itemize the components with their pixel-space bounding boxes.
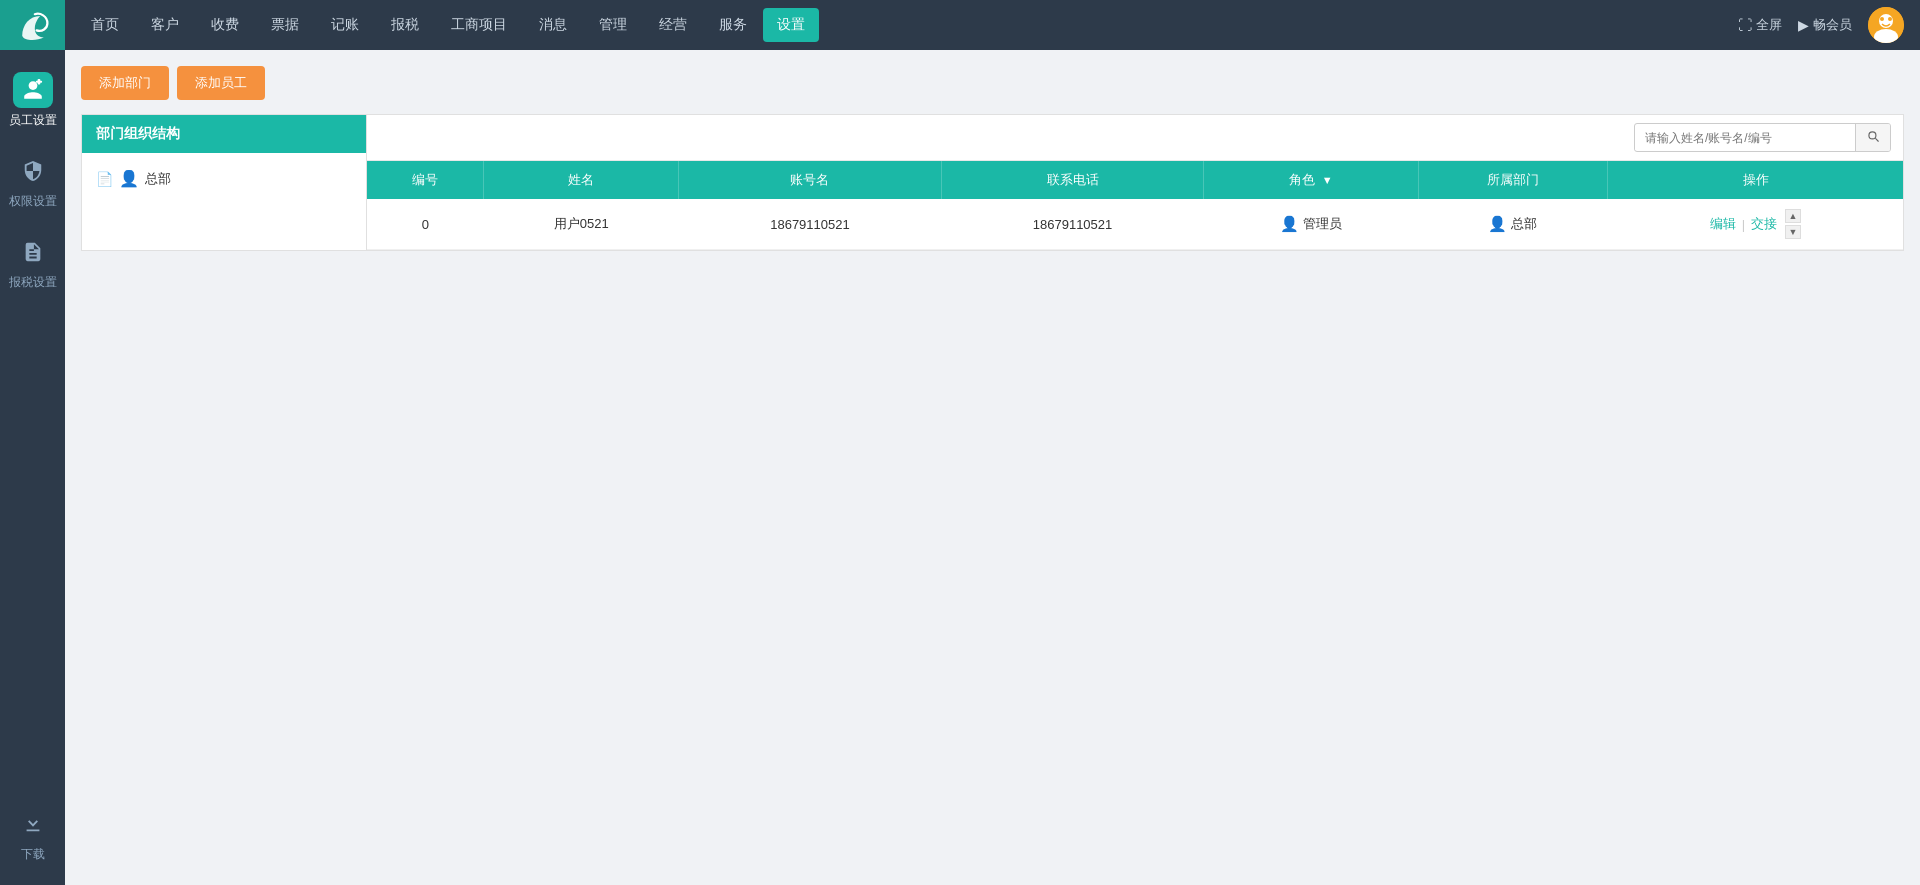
main-content: 添加部门 添加员工 部门组织结构 📄 👤 总部	[65, 50, 1920, 885]
search-wrap	[1634, 123, 1891, 152]
role-user-icon: 👤	[1280, 215, 1299, 233]
download-icon-wrap	[13, 806, 53, 842]
edit-button[interactable]: 编辑	[1710, 215, 1736, 233]
cell-account: 18679110521	[679, 199, 942, 250]
employee-icon-wrap	[13, 72, 53, 108]
nav-service[interactable]: 服务	[703, 0, 763, 50]
nav-tax[interactable]: 报税	[375, 0, 435, 50]
tree-header-label: 部门组织结构	[96, 125, 180, 141]
col-ops: 操作	[1608, 161, 1903, 199]
col-dept: 所属部门	[1418, 161, 1608, 199]
nav-message[interactable]: 消息	[523, 0, 583, 50]
vip-button[interactable]: ▶ 畅会员	[1798, 16, 1852, 34]
taxsettings-icon	[22, 241, 44, 263]
employee-table: 编号 姓名 账号名 联系电话 角色 ▼ 所属部门 操作 0	[367, 161, 1903, 250]
col-phone: 联系电话	[941, 161, 1204, 199]
nav-operate[interactable]: 经营	[643, 0, 703, 50]
col-account: 账号名	[679, 161, 942, 199]
vip-label: 畅会员	[1813, 16, 1852, 34]
tree-node-root[interactable]: 📄 👤 总部	[96, 163, 352, 194]
nav-settings[interactable]: 设置	[763, 8, 819, 42]
download-icon	[22, 813, 44, 835]
table-toolbar	[367, 115, 1903, 161]
col-role[interactable]: 角色 ▼	[1204, 161, 1418, 199]
tree-node-user-icon: 👤	[119, 169, 139, 188]
nav-menu: 首页 客户 收费 票据 记账 报税 工商项目 消息 管理 经营 服务 设置	[65, 0, 1738, 50]
sidebar-item-employee[interactable]: 员工设置	[0, 60, 65, 141]
fullscreen-button[interactable]: ⛶ 全屏	[1738, 16, 1782, 34]
role-label: 管理员	[1303, 215, 1342, 233]
add-employee-button[interactable]: 添加员工	[177, 66, 265, 100]
sidebar-item-permission[interactable]: 权限设置	[0, 141, 65, 222]
permission-icon-wrap	[13, 153, 53, 189]
fullscreen-icon: ⛶	[1738, 17, 1752, 33]
employee-icon	[22, 79, 44, 101]
sidebar-download-label: 下载	[21, 846, 45, 863]
role-filter-icon: ▼	[1322, 174, 1333, 186]
svg-point-3	[1880, 17, 1884, 21]
nav-business[interactable]: 工商项目	[435, 0, 523, 50]
svg-rect-6	[37, 79, 40, 85]
table-header: 编号 姓名 账号名 联系电话 角色 ▼ 所属部门 操作	[367, 161, 1903, 199]
tree-panel: 部门组织结构 📄 👤 总部	[82, 115, 367, 250]
search-icon	[1866, 129, 1880, 143]
tree-node-file-icon: 📄	[96, 171, 113, 187]
sidebar-taxsettings-label: 报税设置	[9, 274, 57, 291]
fullscreen-label: 全屏	[1756, 16, 1782, 34]
scroll-down-button[interactable]: ▼	[1785, 225, 1801, 239]
table-row: 0 用户0521 18679110521 18679110521 👤 管理员	[367, 199, 1903, 250]
table-panel: 编号 姓名 账号名 联系电话 角色 ▼ 所属部门 操作 0	[367, 115, 1903, 250]
col-id: 编号	[367, 161, 484, 199]
top-navigation: 首页 客户 收费 票据 记账 报税 工商项目 消息 管理 经营 服务 设置 ⛶ …	[0, 0, 1920, 50]
sidebar-employee-label: 员工设置	[9, 112, 57, 129]
tree-header: 部门组织结构	[82, 115, 366, 153]
content-wrapper: 部门组织结构 📄 👤 总部	[81, 114, 1904, 251]
svg-point-4	[1888, 17, 1892, 21]
cell-ops: 编辑 | 交接 ▲ ▼	[1608, 199, 1903, 250]
add-dept-button[interactable]: 添加部门	[81, 66, 169, 100]
logo[interactable]	[0, 0, 65, 50]
permission-icon	[22, 160, 44, 182]
action-bar: 添加部门 添加员工	[81, 66, 1904, 100]
nav-accounting[interactable]: 记账	[315, 0, 375, 50]
nav-invoice[interactable]: 票据	[255, 0, 315, 50]
cell-name: 用户0521	[484, 199, 679, 250]
sidebar-item-download[interactable]: 下载	[0, 794, 65, 875]
cell-phone: 18679110521	[941, 199, 1204, 250]
col-role-label: 角色	[1289, 172, 1315, 187]
nav-client[interactable]: 客户	[135, 0, 195, 50]
col-name: 姓名	[484, 161, 679, 199]
cell-role: 👤 管理员	[1204, 199, 1418, 250]
taxsettings-icon-wrap	[13, 234, 53, 270]
cell-dept: 👤 总部	[1418, 199, 1608, 250]
vip-icon: ▶	[1798, 17, 1809, 33]
cell-id: 0	[367, 199, 484, 250]
sidebar-permission-label: 权限设置	[9, 193, 57, 210]
tree-body: 📄 👤 总部	[82, 153, 366, 204]
transfer-button[interactable]: 交接	[1751, 215, 1777, 233]
nav-home[interactable]: 首页	[75, 0, 135, 50]
table-body: 0 用户0521 18679110521 18679110521 👤 管理员	[367, 199, 1903, 250]
row-scroll-arrows: ▲ ▼	[1785, 209, 1801, 239]
search-input[interactable]	[1635, 126, 1855, 150]
nav-manage[interactable]: 管理	[583, 0, 643, 50]
search-button[interactable]	[1855, 124, 1890, 151]
sidebar-item-taxsettings[interactable]: 报税设置	[0, 222, 65, 303]
tree-node-label: 总部	[145, 170, 171, 188]
dept-user-icon: 👤	[1488, 215, 1507, 233]
sidebar: 员工设置 权限设置 报税设置 下载	[0, 50, 65, 885]
nav-fee[interactable]: 收费	[195, 0, 255, 50]
user-avatar[interactable]	[1868, 7, 1904, 43]
nav-right-actions: ⛶ 全屏 ▶ 畅会员	[1738, 7, 1920, 43]
dept-label: 总部	[1511, 215, 1537, 233]
scroll-up-button[interactable]: ▲	[1785, 209, 1801, 223]
